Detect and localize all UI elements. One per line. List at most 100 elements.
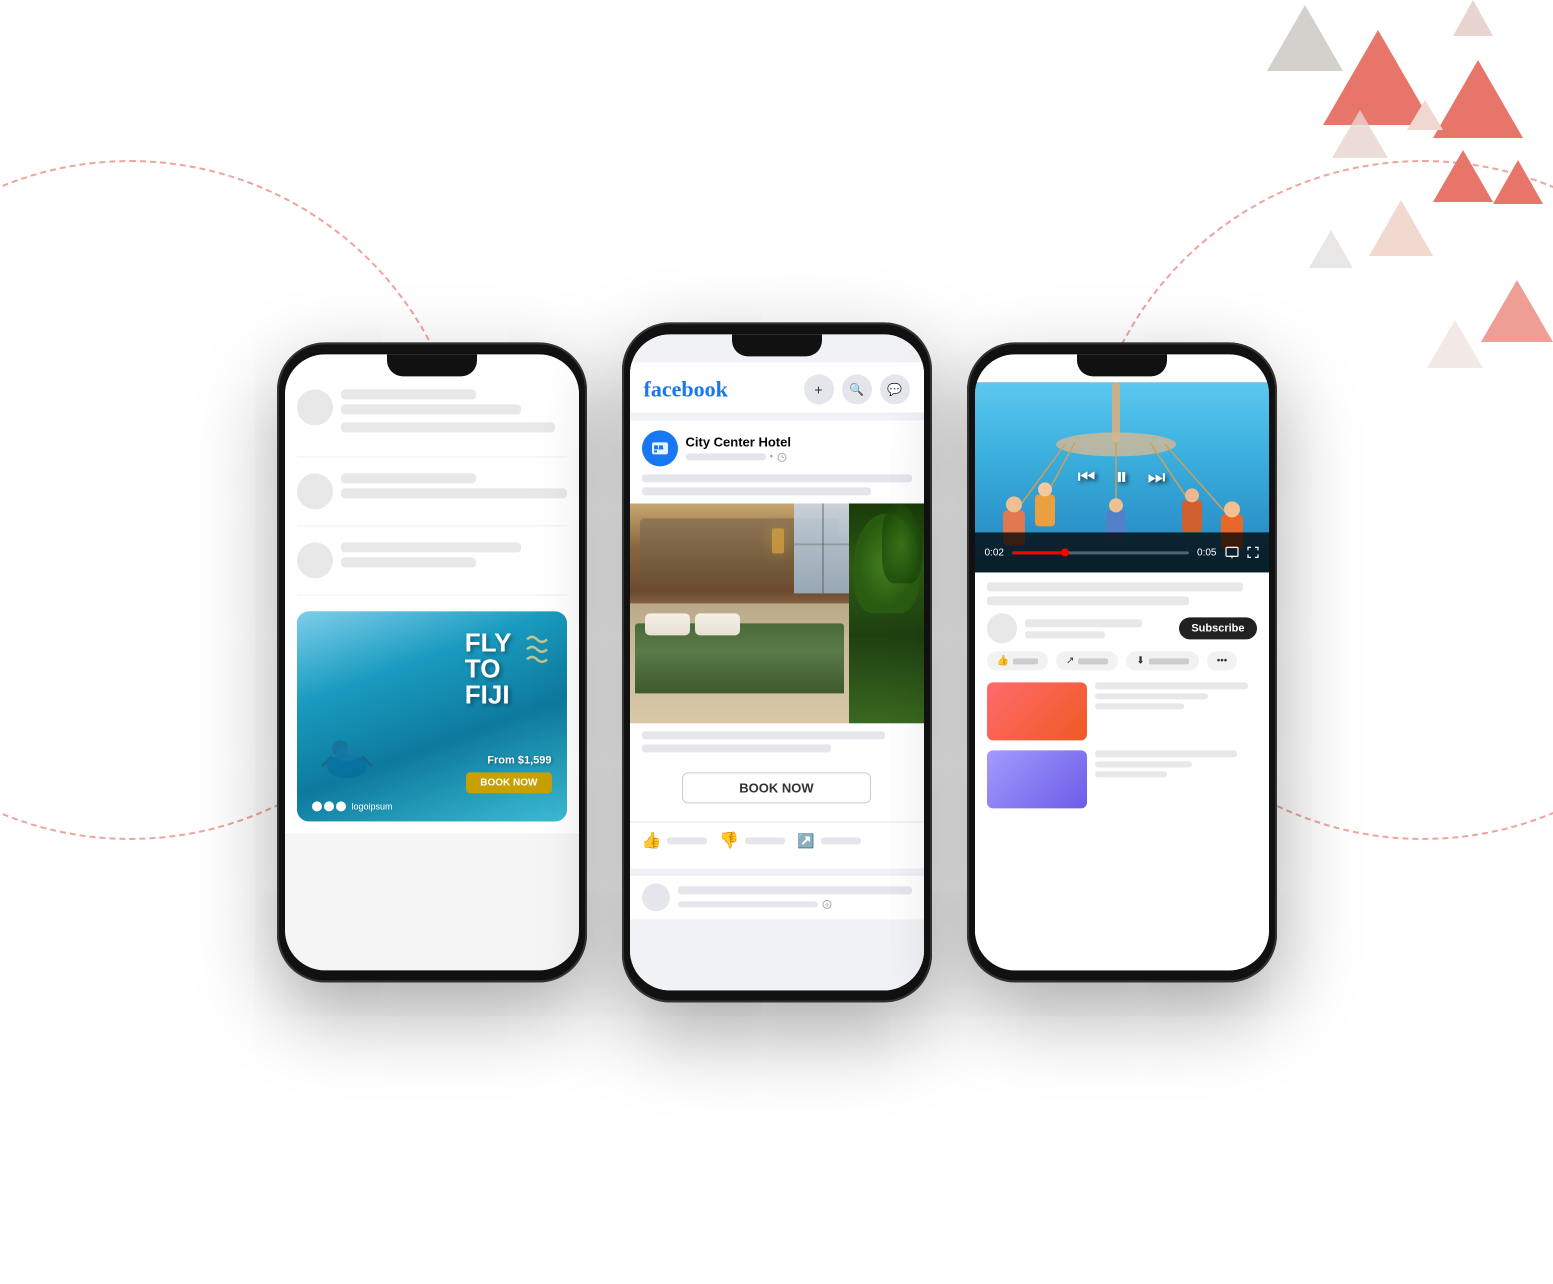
yt-sugg-channel-1 bbox=[1095, 693, 1208, 699]
svg-text:⊕: ⊕ bbox=[825, 902, 829, 908]
yt-play-pause-btn[interactable]: ⏸ bbox=[1116, 463, 1128, 491]
yt-screen-icon[interactable] bbox=[1225, 546, 1239, 558]
yt-more-pill[interactable]: ••• bbox=[1207, 651, 1238, 670]
triangle-coral-medium bbox=[1433, 60, 1523, 138]
center-phone-screen: facebook + 🔍 💬 City C bbox=[630, 334, 924, 990]
yt-actions-row: 👍 ↗ ⬇ ••• bbox=[987, 651, 1257, 670]
feed-content-2 bbox=[341, 473, 567, 509]
yt-sugg-channel-2 bbox=[1095, 761, 1192, 767]
triangle-outline-3 bbox=[1369, 200, 1433, 256]
yt-share-pill[interactable]: ↗ bbox=[1056, 651, 1118, 670]
fb-page-avatar bbox=[642, 430, 678, 466]
facebook-header-icons: + 🔍 💬 bbox=[804, 374, 910, 404]
fb-text-line-1 bbox=[642, 474, 912, 482]
fb-post-description bbox=[630, 723, 924, 768]
feed-avatar-3 bbox=[297, 542, 333, 578]
yt-download-icon: ⬇ bbox=[1136, 655, 1144, 666]
from-price: From $1,599 bbox=[487, 754, 551, 766]
side-image bbox=[849, 503, 924, 723]
fb-post-meta: City Center Hotel • bbox=[686, 434, 912, 462]
fb-search-icon[interactable]: 🔍 bbox=[842, 374, 872, 404]
feed-item-1 bbox=[297, 389, 567, 457]
center-phone-notch bbox=[732, 334, 822, 356]
fb-post-subtitle: • bbox=[686, 451, 912, 462]
yt-prev-btn[interactable]: ⏮ bbox=[1078, 466, 1096, 489]
yt-next-btn[interactable]: ⏭ bbox=[1148, 466, 1166, 489]
phones-container: FLYTOFIJI From $1,599 BOOK NOW bbox=[277, 322, 1277, 1002]
fb-add-icon[interactable]: + bbox=[804, 374, 834, 404]
yt-channel-info bbox=[1025, 619, 1172, 638]
yt-thumbnail-2 bbox=[987, 750, 1087, 808]
fb-dislike-count bbox=[745, 837, 785, 844]
fb-skeleton-time bbox=[686, 453, 766, 460]
fb-comment-area: ⊕ bbox=[630, 874, 924, 919]
yt-download-pill[interactable]: ⬇ bbox=[1126, 651, 1198, 670]
right-phone-screen: ⏮ ⏸ ⏭ 0:02 0:05 bbox=[975, 354, 1269, 970]
yt-fullscreen-icon[interactable] bbox=[1247, 546, 1259, 558]
fb-text-line-2 bbox=[642, 487, 872, 495]
yt-suggested-1 bbox=[987, 682, 1257, 740]
fb-post-images bbox=[630, 503, 924, 723]
dislike-icon[interactable]: 👎 bbox=[719, 830, 739, 850]
fb-book-now-button[interactable]: BOOK NOW bbox=[682, 772, 871, 803]
center-phone: facebook + 🔍 💬 City C bbox=[622, 322, 932, 1002]
yt-video-title bbox=[987, 582, 1257, 605]
fb-book-now-container: BOOK NOW bbox=[630, 772, 924, 817]
logo-text: logoipsum bbox=[352, 801, 393, 811]
ad-banner: FLYTOFIJI From $1,599 BOOK NOW bbox=[297, 611, 567, 821]
fb-reactions-row: 👍 👎 ↗️ bbox=[630, 821, 924, 858]
yt-sugg-title-1 bbox=[1095, 682, 1249, 689]
share-icon[interactable]: ↗️ bbox=[797, 832, 814, 849]
fb-post-header: City Center Hotel • bbox=[630, 430, 924, 474]
yt-progress-fill bbox=[1012, 551, 1065, 554]
yt-content-area: Subscribe 👍 ↗ ⬇ bbox=[975, 572, 1269, 828]
diver-icon bbox=[312, 716, 382, 786]
left-phone-content: FLYTOFIJI From $1,599 BOOK NOW bbox=[285, 354, 579, 833]
ad-logo: logoipsum bbox=[312, 801, 393, 811]
yt-download-label bbox=[1149, 658, 1189, 664]
yt-like-label bbox=[1013, 658, 1038, 664]
yt-controls-overlay: ⏮ ⏸ ⏭ bbox=[1078, 463, 1166, 491]
yt-suggested-info-2 bbox=[1095, 750, 1257, 808]
triangle-coral-large bbox=[1323, 30, 1433, 125]
yt-like-icon: 👍 bbox=[997, 655, 1009, 666]
yt-subscriber-count bbox=[1025, 631, 1106, 638]
facebook-logo: facebook bbox=[644, 376, 728, 402]
yt-title-line-2 bbox=[987, 596, 1190, 605]
yt-channel-row: Subscribe bbox=[987, 613, 1257, 643]
fb-like-count bbox=[667, 837, 707, 844]
triangle-right-2 bbox=[1427, 320, 1483, 368]
yt-suggested-2 bbox=[987, 750, 1257, 808]
wall-lamp bbox=[772, 528, 784, 553]
yt-channel-avatar bbox=[987, 613, 1017, 643]
yt-progress-dot bbox=[1061, 548, 1069, 556]
yt-progress-bar[interactable] bbox=[1012, 551, 1189, 554]
feed-content-3 bbox=[341, 542, 567, 578]
yt-share-label bbox=[1078, 658, 1108, 664]
yt-sugg-views-1 bbox=[1095, 703, 1184, 709]
fly-text: FLYTOFIJI bbox=[465, 629, 512, 707]
hotel-room-image bbox=[630, 503, 849, 723]
like-icon[interactable]: 👍 bbox=[642, 830, 662, 850]
feed-content-1 bbox=[341, 389, 567, 440]
fb-post-text bbox=[630, 474, 924, 503]
yt-suggested-info-1 bbox=[1095, 682, 1257, 740]
yt-like-pill[interactable]: 👍 bbox=[987, 651, 1048, 670]
fb-comment-avatar bbox=[642, 883, 670, 911]
yt-sugg-title-2 bbox=[1095, 750, 1238, 757]
triangle-outline-4 bbox=[1309, 230, 1353, 268]
book-now-button[interactable]: BOOK NOW bbox=[466, 772, 551, 793]
yt-channel-name bbox=[1025, 619, 1142, 627]
facebook-post: City Center Hotel • bbox=[630, 420, 924, 868]
right-phone-notch bbox=[1077, 354, 1167, 376]
yt-subscribe-button[interactable]: Subscribe bbox=[1179, 617, 1256, 639]
feed-avatar-2 bbox=[297, 473, 333, 509]
triangle-coral-small-1 bbox=[1433, 150, 1493, 202]
right-phone-content: ⏮ ⏸ ⏭ 0:02 0:05 bbox=[975, 354, 1269, 970]
pillow-right bbox=[695, 613, 740, 635]
fb-messenger-icon[interactable]: 💬 bbox=[880, 374, 910, 404]
yt-sugg-views-2 bbox=[1095, 771, 1168, 777]
right-phone: ⏮ ⏸ ⏭ 0:02 0:05 bbox=[967, 342, 1277, 982]
triangle-outline-2 bbox=[1332, 110, 1388, 158]
feed-item-2 bbox=[297, 473, 567, 526]
